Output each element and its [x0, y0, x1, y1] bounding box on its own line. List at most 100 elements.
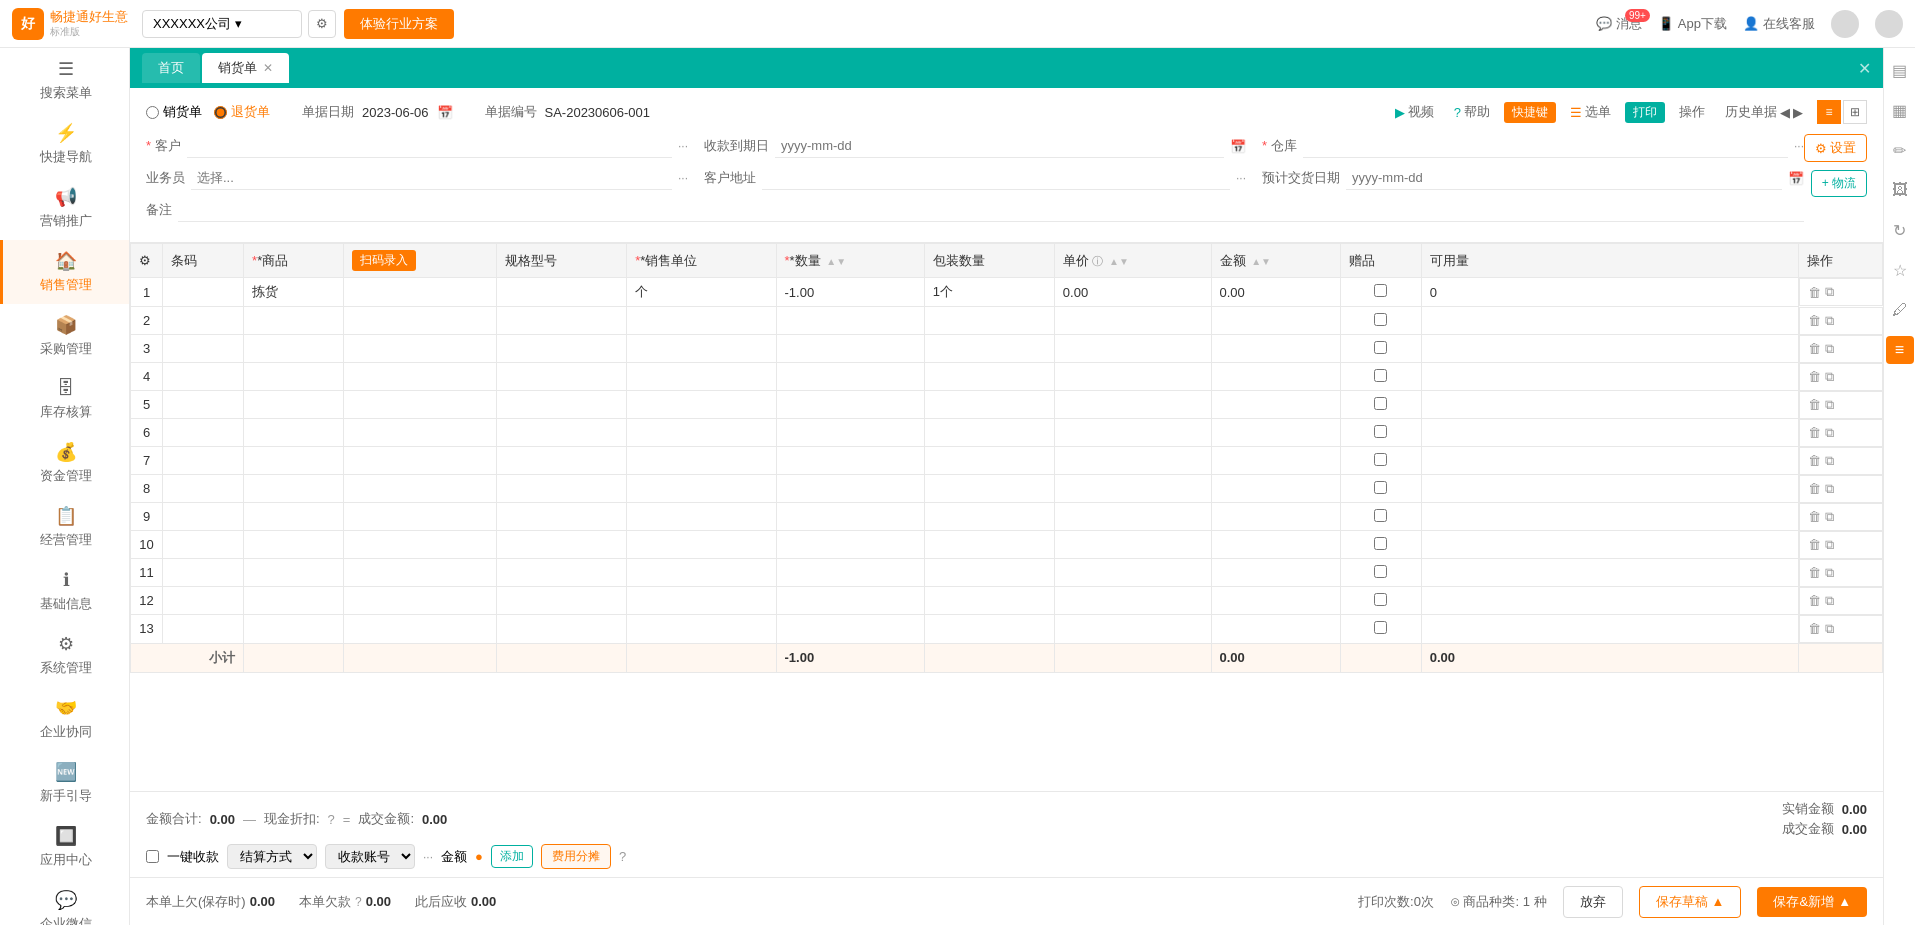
copy-icon[interactable]: ⧉: [1825, 397, 1834, 413]
row-unit[interactable]: [627, 615, 776, 644]
row-qty[interactable]: -1.00: [776, 278, 924, 307]
row-amount[interactable]: [1211, 307, 1340, 335]
copy-icon[interactable]: ⧉: [1825, 537, 1834, 553]
right-panel-more-icon[interactable]: ≡: [1886, 336, 1914, 364]
row-pkg-qty[interactable]: [924, 615, 1054, 644]
row-amount[interactable]: [1211, 475, 1340, 503]
row-spec[interactable]: [497, 587, 627, 615]
amount-sort-icon[interactable]: ▲▼: [1251, 256, 1271, 267]
salesperson-input[interactable]: [191, 166, 672, 190]
online-service-button[interactable]: 👤 在线客服: [1743, 15, 1815, 33]
row-amount[interactable]: [1211, 559, 1340, 587]
delete-icon[interactable]: 🗑: [1808, 369, 1821, 384]
sidebar-item-quicknav[interactable]: ⚡ 快捷导航: [0, 112, 129, 176]
copy-icon[interactable]: ⧉: [1825, 481, 1834, 497]
delivery-cal-icon[interactable]: 📅: [1788, 171, 1804, 186]
col-settings-header[interactable]: ⚙: [131, 244, 163, 278]
row-goods[interactable]: [244, 531, 344, 559]
price-sort-icon[interactable]: ▲▼: [1109, 256, 1129, 267]
row-pkg-qty[interactable]: [924, 475, 1054, 503]
row-qty[interactable]: [776, 503, 924, 531]
delete-icon[interactable]: 🗑: [1808, 313, 1821, 328]
payment-help-icon[interactable]: ?: [619, 849, 626, 864]
row-qty[interactable]: [776, 615, 924, 644]
row-amount[interactable]: [1211, 531, 1340, 559]
row-unit[interactable]: [627, 447, 776, 475]
row-goods[interactable]: [244, 363, 344, 391]
row-pkg-qty[interactable]: [924, 587, 1054, 615]
row-price[interactable]: [1054, 587, 1211, 615]
row-goods[interactable]: [244, 447, 344, 475]
notes-input[interactable]: [178, 198, 1804, 222]
row-amount[interactable]: [1211, 503, 1340, 531]
row-barcode[interactable]: [163, 391, 244, 419]
delete-icon[interactable]: 🗑: [1808, 565, 1821, 580]
row-spec[interactable]: [497, 278, 627, 307]
row-pkg-qty[interactable]: [924, 503, 1054, 531]
row-barcode[interactable]: [163, 559, 244, 587]
settings-icon[interactable]: ⚙: [308, 10, 336, 38]
trial-button[interactable]: 体验行业方案: [344, 9, 454, 39]
tab-home[interactable]: 首页: [142, 53, 200, 83]
app-download-button[interactable]: 📱 App下载: [1658, 15, 1727, 33]
row-unit[interactable]: [627, 531, 776, 559]
right-panel-star-icon[interactable]: ☆: [1886, 256, 1914, 284]
right-panel-icon-1[interactable]: ▤: [1886, 56, 1914, 84]
row-pkg-qty[interactable]: [924, 307, 1054, 335]
row-price[interactable]: [1054, 391, 1211, 419]
right-panel-pen-icon[interactable]: 🖊: [1886, 296, 1914, 324]
debt-help-icon[interactable]: ?: [355, 895, 362, 909]
copy-icon[interactable]: ⧉: [1825, 341, 1834, 357]
form-settings-button[interactable]: ⚙ 设置: [1804, 134, 1867, 162]
delete-icon[interactable]: 🗑: [1808, 509, 1821, 524]
row-unit[interactable]: [627, 503, 776, 531]
row-unit[interactable]: [627, 335, 776, 363]
row-gift[interactable]: [1340, 503, 1421, 531]
sidebar-item-operation[interactable]: 📋 经营管理: [0, 495, 129, 559]
row-qty[interactable]: [776, 419, 924, 447]
warehouse-input[interactable]: 建材仓: [1303, 134, 1788, 158]
row-goods[interactable]: [244, 503, 344, 531]
row-barcode[interactable]: [163, 447, 244, 475]
avatar[interactable]: [1831, 10, 1859, 38]
row-gift[interactable]: [1340, 615, 1421, 644]
row-barcode[interactable]: [163, 475, 244, 503]
row-price[interactable]: [1054, 531, 1211, 559]
row-unit[interactable]: [627, 587, 776, 615]
row-amount[interactable]: [1211, 419, 1340, 447]
tab-close-icon[interactable]: ✕: [263, 61, 273, 75]
customer-input[interactable]: [187, 134, 672, 158]
sidebar-item-sales[interactable]: 🏠 销售管理: [0, 240, 129, 304]
row-unit[interactable]: 个: [627, 278, 776, 307]
payment-date-input[interactable]: [775, 134, 1224, 158]
row-goods[interactable]: [244, 335, 344, 363]
copy-icon[interactable]: ⧉: [1825, 621, 1834, 637]
row-unit[interactable]: [627, 391, 776, 419]
logistics-button[interactable]: + 物流: [1811, 170, 1867, 197]
account-select[interactable]: 收款账号: [325, 844, 415, 869]
copy-icon[interactable]: ⧉: [1825, 453, 1834, 469]
row-unit[interactable]: [627, 307, 776, 335]
delete-icon[interactable]: 🗑: [1808, 285, 1821, 300]
row-pkg-qty[interactable]: [924, 391, 1054, 419]
row-qty[interactable]: [776, 587, 924, 615]
sidebar-item-guide[interactable]: 🆕 新手引导: [0, 751, 129, 815]
calc-method-select[interactable]: 结算方式: [227, 844, 317, 869]
calendar-icon[interactable]: 📅: [437, 105, 453, 120]
row-amount[interactable]: [1211, 615, 1340, 644]
sidebar-item-search[interactable]: ☰ 搜索菜单: [0, 48, 129, 112]
row-qty[interactable]: [776, 363, 924, 391]
row-amount[interactable]: [1211, 587, 1340, 615]
row-unit[interactable]: [627, 419, 776, 447]
copy-icon[interactable]: ⧉: [1825, 565, 1834, 581]
row-barcode[interactable]: [163, 419, 244, 447]
row-spec[interactable]: [497, 447, 627, 475]
row-unit[interactable]: [627, 559, 776, 587]
row-price[interactable]: [1054, 475, 1211, 503]
help-btn[interactable]: ? 帮助: [1448, 101, 1496, 123]
row-barcode[interactable]: [163, 503, 244, 531]
qty-sort-icon[interactable]: ▲▼: [826, 256, 846, 267]
copy-icon[interactable]: ⧉: [1825, 313, 1834, 329]
row-spec[interactable]: [497, 503, 627, 531]
row-gift[interactable]: [1340, 335, 1421, 363]
